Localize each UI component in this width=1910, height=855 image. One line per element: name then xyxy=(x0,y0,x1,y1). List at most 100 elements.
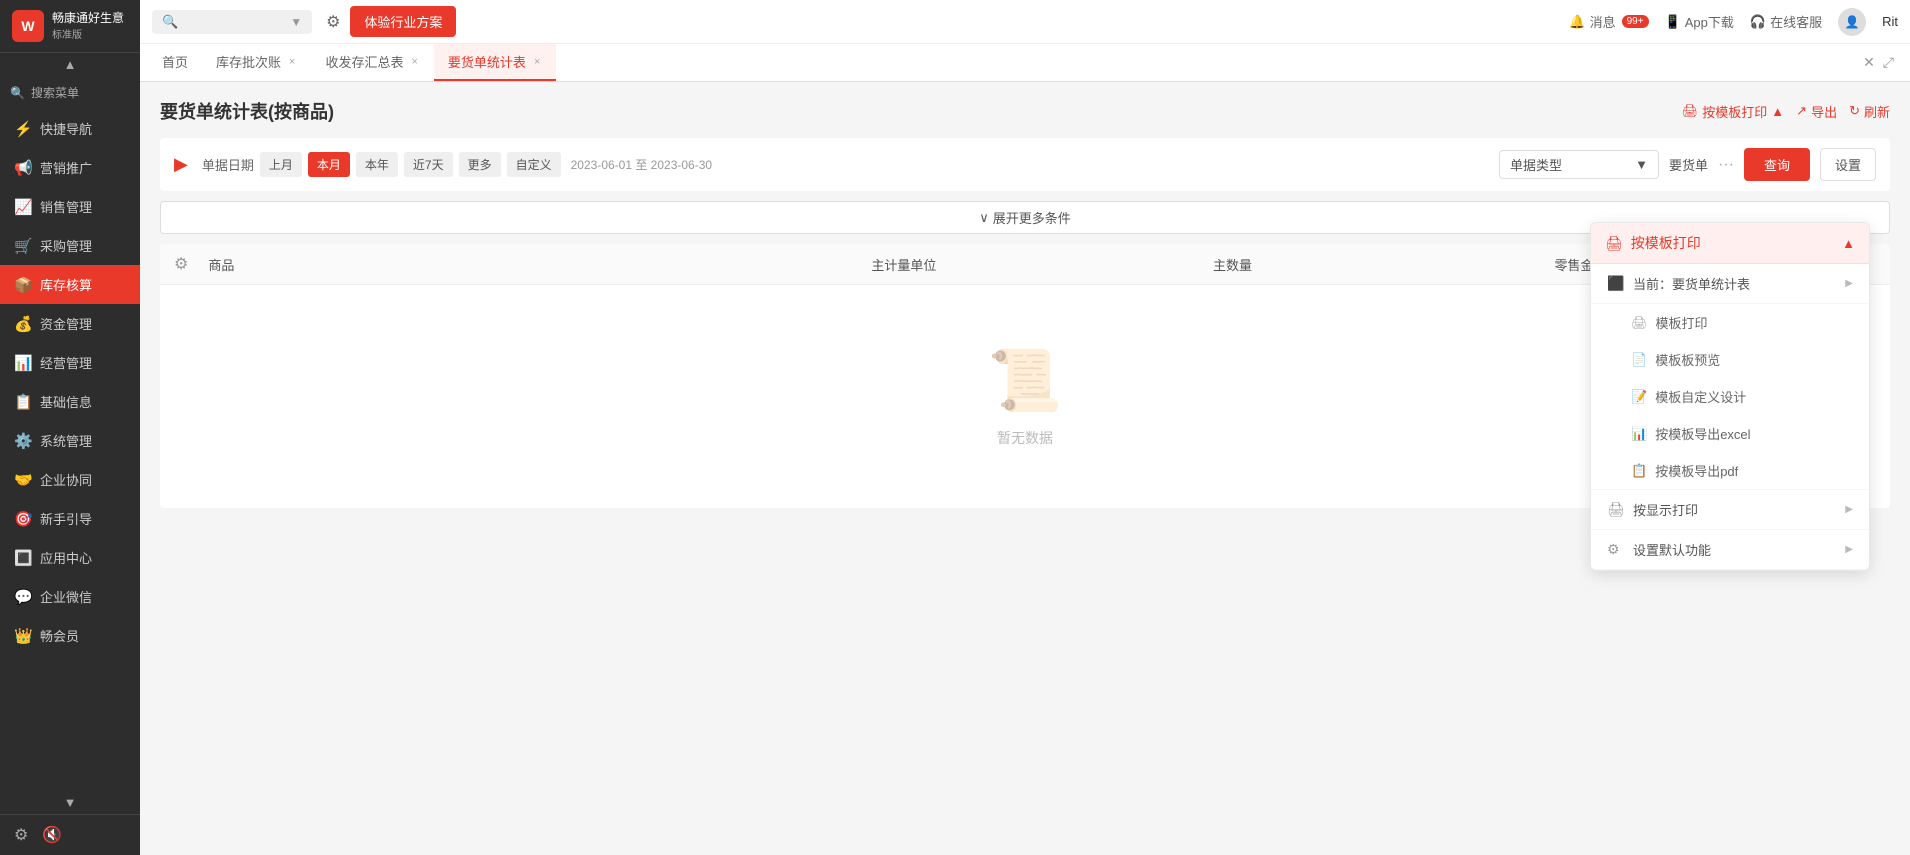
type-filter-dropdown[interactable]: 单据类型 ▼ xyxy=(1499,150,1659,179)
col-unit-header: 主计量单位 xyxy=(871,255,1193,274)
dropdown-set-default[interactable]: ⚙ 设置默认功能 ▶ xyxy=(1591,530,1869,569)
guide-icon: 🎯 xyxy=(14,510,32,528)
window-close-icon[interactable]: ✕ xyxy=(1863,54,1875,71)
settings-btn[interactable]: 设置 xyxy=(1820,148,1876,181)
dropdown-export-pdf[interactable]: 📋 按模板导出pdf xyxy=(1591,452,1869,489)
dropdown-current-section: ⬛ 当前：要货单统计表 ▶ xyxy=(1591,264,1869,304)
page-header: 要货单统计表(按商品) 🖨 按模板打印 ▲ ↗ 导出 ↻ 刷新 xyxy=(160,98,1890,124)
date-btn-current[interactable]: 本月 xyxy=(308,152,350,177)
tab-batch-account-label: 库存批次账 xyxy=(216,52,281,71)
tab-order-stats[interactable]: 要货单统计表 × xyxy=(434,44,556,81)
date-btn-custom[interactable]: 自定义 xyxy=(507,152,561,177)
sidebar-item-label: 企业协同 xyxy=(40,470,92,489)
tabs-bar: 首页 库存批次账 × 收发存汇总表 × 要货单统计表 × ✕ ⤢ xyxy=(140,44,1910,82)
print-btn-label: 按模板打印 xyxy=(1702,102,1767,121)
sidebar-item-finance[interactable]: 💰 资金管理 xyxy=(0,304,140,343)
topbar-search-box[interactable]: 🔍 ▼ xyxy=(152,10,312,34)
tab-order-stats-close[interactable]: × xyxy=(532,56,542,68)
print-dropdown-panel: 🖨 按模板打印 ▲ ⬛ 当前：要货单统计表 ▶ xyxy=(1590,222,1870,571)
dropdown-template-print[interactable]: 🖨 模板打印 xyxy=(1591,304,1869,341)
dropdown-current-item[interactable]: ⬛ 当前：要货单统计表 ▶ xyxy=(1591,264,1869,303)
online-service-action[interactable]: 🎧 在线客服 xyxy=(1750,12,1822,31)
sidebar-item-basic-info[interactable]: 📋 基础信息 xyxy=(0,382,140,421)
filter-expand-icon[interactable]: ▶ xyxy=(174,154,188,175)
dropdown-header: 🖨 按模板打印 ▲ xyxy=(1591,223,1869,264)
tab-batch-account-close[interactable]: × xyxy=(287,56,297,68)
online-service-label: 在线客服 xyxy=(1770,12,1822,31)
set-default-icon: ⚙ xyxy=(1607,541,1623,558)
gear-icon[interactable]: ⚙ xyxy=(326,12,340,32)
sidebar-item-purchase[interactable]: 🛒 采购管理 xyxy=(0,226,140,265)
display-print-label: 按显示打印 xyxy=(1633,500,1698,519)
dropdown-template-custom[interactable]: 📝 模板自定义设计 xyxy=(1591,378,1869,415)
sidebar-item-system[interactable]: ⚙️ 系统管理 xyxy=(0,421,140,460)
sidebar-item-app-center[interactable]: 🔳 应用中心 xyxy=(0,538,140,577)
logo-icon: W xyxy=(12,10,44,42)
messages-badge: 99+ xyxy=(1622,15,1649,28)
quick-nav-icon: ⚡ xyxy=(14,120,32,138)
sidebar-item-inventory[interactable]: 📦 库存核算 xyxy=(0,265,140,304)
export-pdf-label: 按模板导出pdf xyxy=(1655,461,1738,480)
query-btn[interactable]: 查询 xyxy=(1744,148,1810,181)
marketing-icon: 📢 xyxy=(14,159,32,177)
col-settings-icon[interactable]: ⚙ xyxy=(174,254,188,274)
print-template-btn[interactable]: 🖨 按模板打印 ▲ xyxy=(1682,102,1784,121)
app-download-action[interactable]: 📱 App下载 xyxy=(1665,12,1734,31)
refresh-btn[interactable]: ↻ 刷新 xyxy=(1849,102,1890,121)
sidebar-item-label: 系统管理 xyxy=(40,431,92,450)
set-default-chevron: ▶ xyxy=(1845,544,1853,555)
window-expand-icon[interactable]: ⤢ xyxy=(1883,54,1894,71)
dropdown-display-print[interactable]: 🖨 按显示打印 ▶ xyxy=(1591,490,1869,529)
sidebar-item-members[interactable]: 👑 畅会员 xyxy=(0,616,140,655)
search-input[interactable] xyxy=(184,15,284,29)
sidebar-item-marketing[interactable]: 📢 营销推广 xyxy=(0,148,140,187)
date-btn-year[interactable]: 本年 xyxy=(356,152,398,177)
date-btn-week7[interactable]: 近7天 xyxy=(404,152,453,177)
template-custom-label: 模板自定义设计 xyxy=(1655,387,1746,406)
tab-collection-summary-close[interactable]: × xyxy=(409,56,419,68)
date-btn-prev[interactable]: 上月 xyxy=(260,152,302,177)
search-menu-item[interactable]: 🔍 搜索菜单 xyxy=(0,76,140,109)
date-btn-more[interactable]: 更多 xyxy=(459,152,501,177)
page-content: 要货单统计表(按商品) 🖨 按模板打印 ▲ ↗ 导出 ↻ 刷新 xyxy=(140,82,1910,855)
footer-help-icon[interactable]: 🔇 xyxy=(42,825,62,845)
tab-collection-summary[interactable]: 收发存汇总表 × xyxy=(311,44,433,81)
enterprise-icon: 🤝 xyxy=(14,471,32,489)
download-icon: 📱 xyxy=(1665,14,1681,30)
search-menu-label: 搜索菜单 xyxy=(31,84,79,101)
members-icon: 👑 xyxy=(14,627,32,645)
empty-illustration: 📜 xyxy=(988,345,1063,416)
col-qty-header: 主数量 xyxy=(1213,255,1535,274)
scroll-down-btn[interactable]: ▼ xyxy=(0,791,140,814)
app-download-label: App下载 xyxy=(1685,12,1734,31)
search-icon: 🔍 xyxy=(162,14,178,30)
sidebar-item-wechat[interactable]: 💬 企业微信 xyxy=(0,577,140,616)
refresh-icon: ↻ xyxy=(1849,103,1860,119)
trial-btn[interactable]: 体验行业方案 xyxy=(350,6,456,37)
app-name: 畅康通好生意 xyxy=(52,11,124,27)
basic-info-icon: 📋 xyxy=(14,393,32,411)
messages-label: 消息 xyxy=(1590,12,1616,31)
more-dots-icon[interactable]: ··· xyxy=(1718,156,1734,174)
search-dropdown-icon[interactable]: ▼ xyxy=(290,15,302,29)
dropdown-arrow-icon: ▼ xyxy=(1635,157,1648,172)
export-excel-icon: 📊 xyxy=(1631,426,1647,442)
messages-action[interactable]: 🔔 消息 99+ xyxy=(1569,12,1648,31)
sidebar-item-operations[interactable]: 📊 经营管理 xyxy=(0,343,140,382)
page-title: 要货单统计表(按商品) xyxy=(160,98,334,124)
sidebar-item-enterprise[interactable]: 🤝 企业协同 xyxy=(0,460,140,499)
dropdown-chevron-up[interactable]: ▲ xyxy=(1842,236,1855,251)
dropdown-template-preview[interactable]: 📄 模板板预览 xyxy=(1591,341,1869,378)
user-avatar[interactable]: 👤 xyxy=(1838,8,1866,36)
sidebar-item-guide[interactable]: 🎯 新手引导 xyxy=(0,499,140,538)
export-btn[interactable]: ↗ 导出 xyxy=(1796,102,1837,121)
dropdown-export-excel[interactable]: 📊 按模板导出excel xyxy=(1591,415,1869,452)
footer-settings-icon[interactable]: ⚙ xyxy=(14,825,28,845)
sidebar-item-sales[interactable]: 📈 销售管理 xyxy=(0,187,140,226)
sidebar-item-quick-nav[interactable]: ⚡ 快捷导航 xyxy=(0,109,140,148)
tab-home[interactable]: 首页 xyxy=(148,44,202,81)
tab-collection-summary-label: 收发存汇总表 xyxy=(325,52,403,71)
export-icon: ↗ xyxy=(1796,103,1807,119)
scroll-up-btn[interactable]: ▲ xyxy=(0,53,140,76)
tab-batch-account[interactable]: 库存批次账 × xyxy=(202,44,311,81)
